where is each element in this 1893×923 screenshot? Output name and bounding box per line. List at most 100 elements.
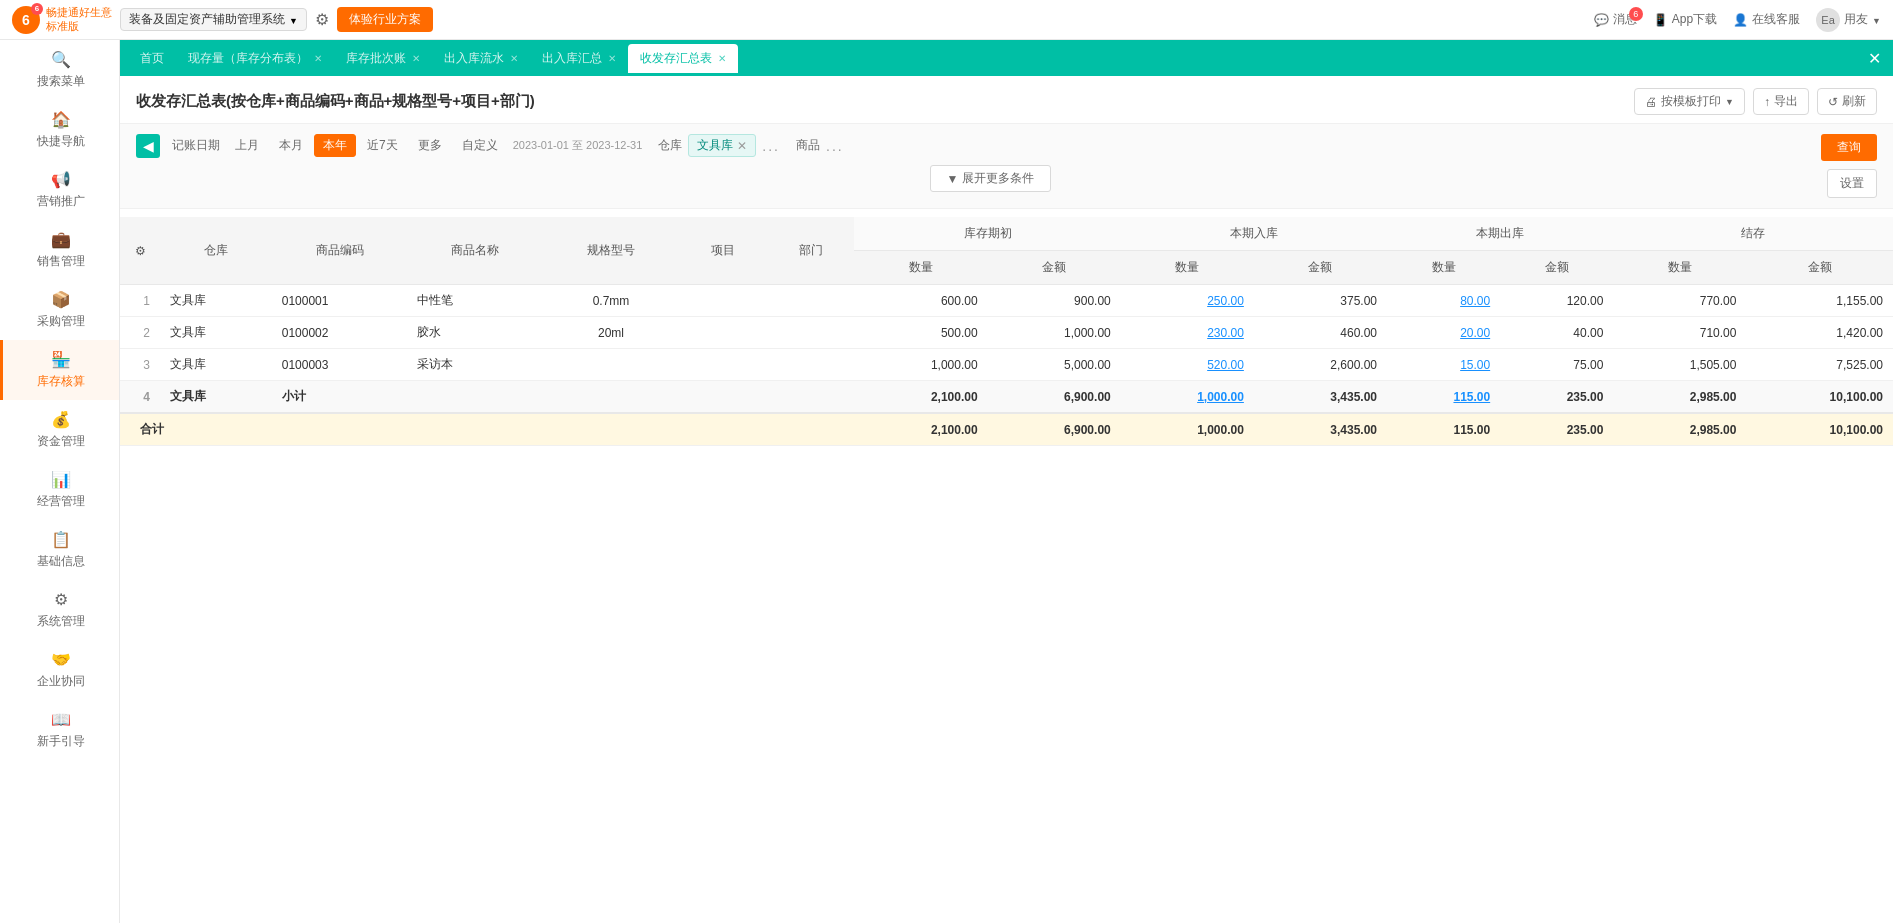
product-more-button[interactable]: ... xyxy=(826,138,844,154)
filter-toggle-button[interactable]: ◀ xyxy=(136,134,160,158)
trial-button[interactable]: 体验行业方案 xyxy=(337,7,433,32)
message-button[interactable]: 💬 消息 6 xyxy=(1594,11,1637,28)
table-row: 2 文具库 0100002 胶水 20ml 500.00 1,000.00 23… xyxy=(120,317,1893,349)
tab-close-active-icon[interactable]: ✕ xyxy=(718,53,726,64)
print-template-button[interactable]: 🖨 按模板打印 ▼ xyxy=(1634,88,1745,115)
top-bar: 6 6 畅捷通好生意 标准版 装备及固定资产辅助管理系统 ⚙ 体验行业方案 💬 … xyxy=(0,0,1893,40)
cell-project xyxy=(679,317,767,349)
tab-close-icon[interactable]: ✕ xyxy=(608,53,616,64)
home-icon: 🏠 xyxy=(51,110,71,129)
finance-icon: 💰 xyxy=(51,410,71,429)
sidebar-item-quick[interactable]: 🏠 快捷导航 xyxy=(0,100,119,160)
collab-icon: 🤝 xyxy=(51,650,71,669)
sidebar-item-guide[interactable]: 📖 新手引导 xyxy=(0,700,119,760)
date-btn-more[interactable]: 更多 xyxy=(409,134,451,157)
tab-inventory-dist[interactable]: 现存量（库存分布表） ✕ xyxy=(176,44,334,73)
cell-out-amt: 75.00 xyxy=(1500,349,1613,381)
cell-warehouse: 文具库 xyxy=(160,349,272,381)
cell-close-qty: 1,505.00 xyxy=(1613,349,1746,381)
user-dropdown-icon xyxy=(1872,13,1881,27)
cell-dept xyxy=(767,317,855,349)
product-label: 商品 xyxy=(796,137,820,154)
tab-bar-close-button[interactable]: ✕ xyxy=(1864,49,1885,68)
sidebar-item-search[interactable]: 🔍 搜索菜单 xyxy=(0,40,119,100)
cell-close-amt: 1,420.00 xyxy=(1746,317,1893,349)
cell-in-amt: 375.00 xyxy=(1254,285,1387,317)
tab-inout-flow[interactable]: 出入库流水 ✕ xyxy=(432,44,530,73)
cell-subtotal-label: 小计 xyxy=(272,381,543,414)
cell-dept xyxy=(767,349,855,381)
cell-product-code: 0100003 xyxy=(272,349,408,381)
sidebar-item-basic[interactable]: 📋 基础信息 xyxy=(0,520,119,580)
cell-in-qty[interactable]: 230.00 xyxy=(1121,317,1254,349)
sidebar-item-system[interactable]: ⚙ 系统管理 xyxy=(0,580,119,640)
cell-out-amt: 40.00 xyxy=(1500,317,1613,349)
cell-project xyxy=(679,349,767,381)
sidebar-item-purchase[interactable]: 📦 采购管理 xyxy=(0,280,119,340)
main-layout: 🔍 搜索菜单 🏠 快捷导航 📢 营销推广 💼 销售管理 📦 采购管理 🏪 库存核… xyxy=(0,40,1893,923)
export-button[interactable]: ↑ 导出 xyxy=(1753,88,1809,115)
system-selector[interactable]: 装备及固定资产辅助管理系统 xyxy=(120,8,307,31)
sales-icon: 💼 xyxy=(51,230,71,249)
cell-close-amt: 10,100.00 xyxy=(1746,381,1893,414)
cell-in-qty[interactable]: 1,000.00 xyxy=(1121,381,1254,414)
sidebar-item-finance[interactable]: 💰 资金管理 xyxy=(0,400,119,460)
date-btn-7days[interactable]: 近7天 xyxy=(358,134,407,157)
expand-conditions-button[interactable]: ▼ 展开更多条件 xyxy=(930,165,1052,192)
tab-close-icon[interactable]: ✕ xyxy=(314,53,322,64)
sidebar-item-sales[interactable]: 💼 销售管理 xyxy=(0,220,119,280)
th-settings[interactable]: ⚙ xyxy=(120,217,160,285)
th-warehouse: 仓库 xyxy=(160,217,272,285)
cell-out-qty[interactable]: 15.00 xyxy=(1387,349,1500,381)
settings-button[interactable]: 设置 xyxy=(1827,169,1877,198)
th-product-name: 商品名称 xyxy=(407,217,543,285)
tab-inout-summary[interactable]: 出入库汇总 ✕ xyxy=(530,44,628,73)
cell-open-amt: 5,000.00 xyxy=(988,349,1121,381)
date-label: 记账日期 xyxy=(172,137,220,154)
warehouse-tag: 文具库 ✕ xyxy=(688,134,756,157)
cell-out-qty[interactable]: 115.00 xyxy=(1387,381,1500,414)
online-service-button[interactable]: 👤 在线客服 xyxy=(1733,11,1800,28)
system-name: 装备及固定资产辅助管理系统 xyxy=(129,11,285,28)
date-btn-this-month[interactable]: 本月 xyxy=(270,134,312,157)
query-button[interactable]: 查询 xyxy=(1821,134,1877,161)
cell-close-qty: 710.00 xyxy=(1613,317,1746,349)
sidebar-item-operation[interactable]: 📊 经营管理 xyxy=(0,460,119,520)
warehouse-more-button[interactable]: ... xyxy=(762,138,780,154)
cell-open-qty: 600.00 xyxy=(854,285,987,317)
logo-text: 畅捷通好生意 标准版 xyxy=(46,6,112,32)
tab-recv-summary[interactable]: 收发存汇总表 ✕ xyxy=(628,44,738,73)
sidebar-item-collab[interactable]: 🤝 企业协同 xyxy=(0,640,119,700)
cell-out-qty[interactable]: 80.00 xyxy=(1387,285,1500,317)
table-row: 4 文具库 小计 2,100.00 6,900.00 1,000.00 3,43… xyxy=(120,381,1893,414)
gear-icon[interactable]: ⚙ xyxy=(315,10,329,29)
tab-batch[interactable]: 库存批次账 ✕ xyxy=(334,44,432,73)
cell-in-qty[interactable]: 520.00 xyxy=(1121,349,1254,381)
date-btn-this-year[interactable]: 本年 xyxy=(314,134,356,157)
cell-product-code: 0100002 xyxy=(272,317,408,349)
purchase-icon: 📦 xyxy=(51,290,71,309)
sidebar-item-marketing[interactable]: 📢 营销推广 xyxy=(0,160,119,220)
date-btn-custom[interactable]: 自定义 xyxy=(453,134,507,157)
tab-close-icon[interactable]: ✕ xyxy=(412,53,420,64)
cell-warehouse: 文具库 xyxy=(160,381,272,414)
cell-out-qty[interactable]: 20.00 xyxy=(1387,317,1500,349)
th-group-out: 本期出库 xyxy=(1387,217,1613,251)
app-download-button[interactable]: 📱 App下载 xyxy=(1653,11,1717,28)
cell-in-qty[interactable]: 250.00 xyxy=(1121,285,1254,317)
sidebar-item-inventory[interactable]: 🏪 库存核算 xyxy=(0,340,119,400)
refresh-button[interactable]: ↺ 刷新 xyxy=(1817,88,1877,115)
date-btn-last-month[interactable]: 上月 xyxy=(226,134,268,157)
cell-no: 1 xyxy=(120,285,160,317)
cell-in-amt: 460.00 xyxy=(1254,317,1387,349)
cell-open-amt: 900.00 xyxy=(988,285,1121,317)
cell-product-code: 0100001 xyxy=(272,285,408,317)
warehouse-tag-close[interactable]: ✕ xyxy=(737,139,747,153)
page-content: 收发存汇总表(按仓库+商品编码+商品+规格型号+项目+部门) 🖨 按模板打印 ▼… xyxy=(120,76,1893,923)
cell-product-name: 采访本 xyxy=(407,349,543,381)
cell-spec: 0.7mm xyxy=(543,285,679,317)
tab-close-icon[interactable]: ✕ xyxy=(510,53,518,64)
tab-home[interactable]: 首页 xyxy=(128,44,176,73)
dropdown-arrow-icon xyxy=(289,13,298,27)
user-menu-button[interactable]: Ea 用友 xyxy=(1816,8,1881,32)
